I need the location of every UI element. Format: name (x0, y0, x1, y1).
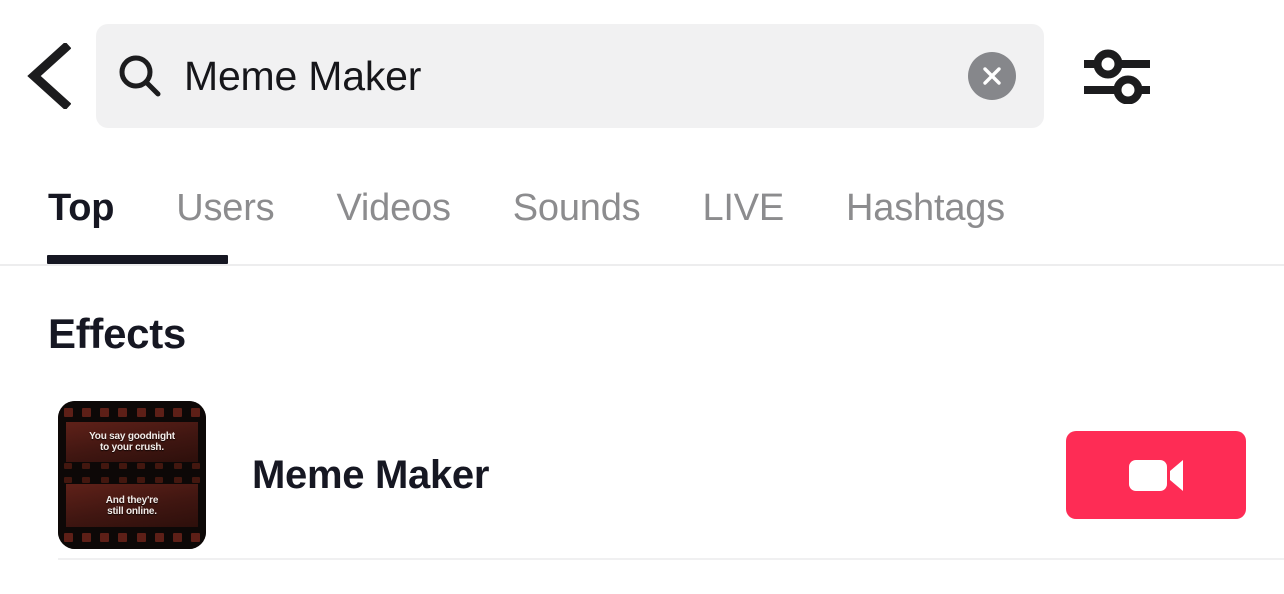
film-perforations-mid-b (64, 477, 200, 483)
list-row-divider (58, 558, 1284, 560)
film-perforations-top (64, 408, 200, 417)
video-camera-icon (1129, 460, 1183, 491)
tab-videos[interactable]: Videos (336, 152, 451, 264)
tab-label: Hashtags (846, 186, 1005, 229)
tab-label: Sounds (512, 186, 641, 229)
back-button[interactable] (0, 0, 96, 152)
tab-label: Top (48, 186, 115, 229)
effect-list-item[interactable]: You say goodnight to your crush. And the… (0, 392, 1284, 558)
effect-caption-bottom-panel: And they're still online. (66, 484, 198, 527)
effect-caption-top-panel: You say goodnight to your crush. (66, 422, 198, 462)
effect-caption-top: You say goodnight to your crush. (89, 431, 175, 453)
effect-name: Meme Maker (252, 452, 490, 497)
tab-label: Users (176, 186, 275, 229)
film-perforations-bottom (64, 533, 200, 542)
search-bar[interactable] (96, 24, 1044, 128)
tab-label: LIVE (702, 186, 785, 229)
effect-caption-bottom: And they're still online. (105, 494, 159, 517)
effect-thumbnail: You say goodnight to your crush. And the… (58, 401, 206, 549)
clear-search-button[interactable] (968, 52, 1016, 100)
tab-users[interactable]: Users (176, 152, 274, 264)
filter-button[interactable] (1062, 0, 1172, 152)
search-header (0, 0, 1284, 152)
tab-live[interactable]: LIVE (702, 152, 784, 264)
search-input[interactable] (184, 24, 968, 128)
tab-label: Videos (336, 186, 451, 229)
film-perforations-mid-a (64, 463, 200, 469)
tab-sounds[interactable]: Sounds (513, 152, 641, 264)
search-tabs: Top Users Videos Sounds LIVE Hashtags (0, 152, 1284, 266)
tab-top[interactable]: Top (47, 152, 228, 264)
effects-section-title: Effects (48, 310, 186, 357)
close-icon (983, 67, 1001, 85)
filter-sliders-icon (1084, 49, 1150, 104)
search-results-screen: Top Users Videos Sounds LIVE Hashtags Ef… (0, 0, 1284, 594)
use-effect-button[interactable] (1066, 431, 1246, 519)
search-icon (96, 24, 184, 128)
tab-hashtags[interactable]: Hashtags (846, 152, 1005, 264)
film-strip-background: You say goodnight to your crush. And the… (58, 401, 206, 549)
chevron-left-icon (27, 43, 71, 109)
